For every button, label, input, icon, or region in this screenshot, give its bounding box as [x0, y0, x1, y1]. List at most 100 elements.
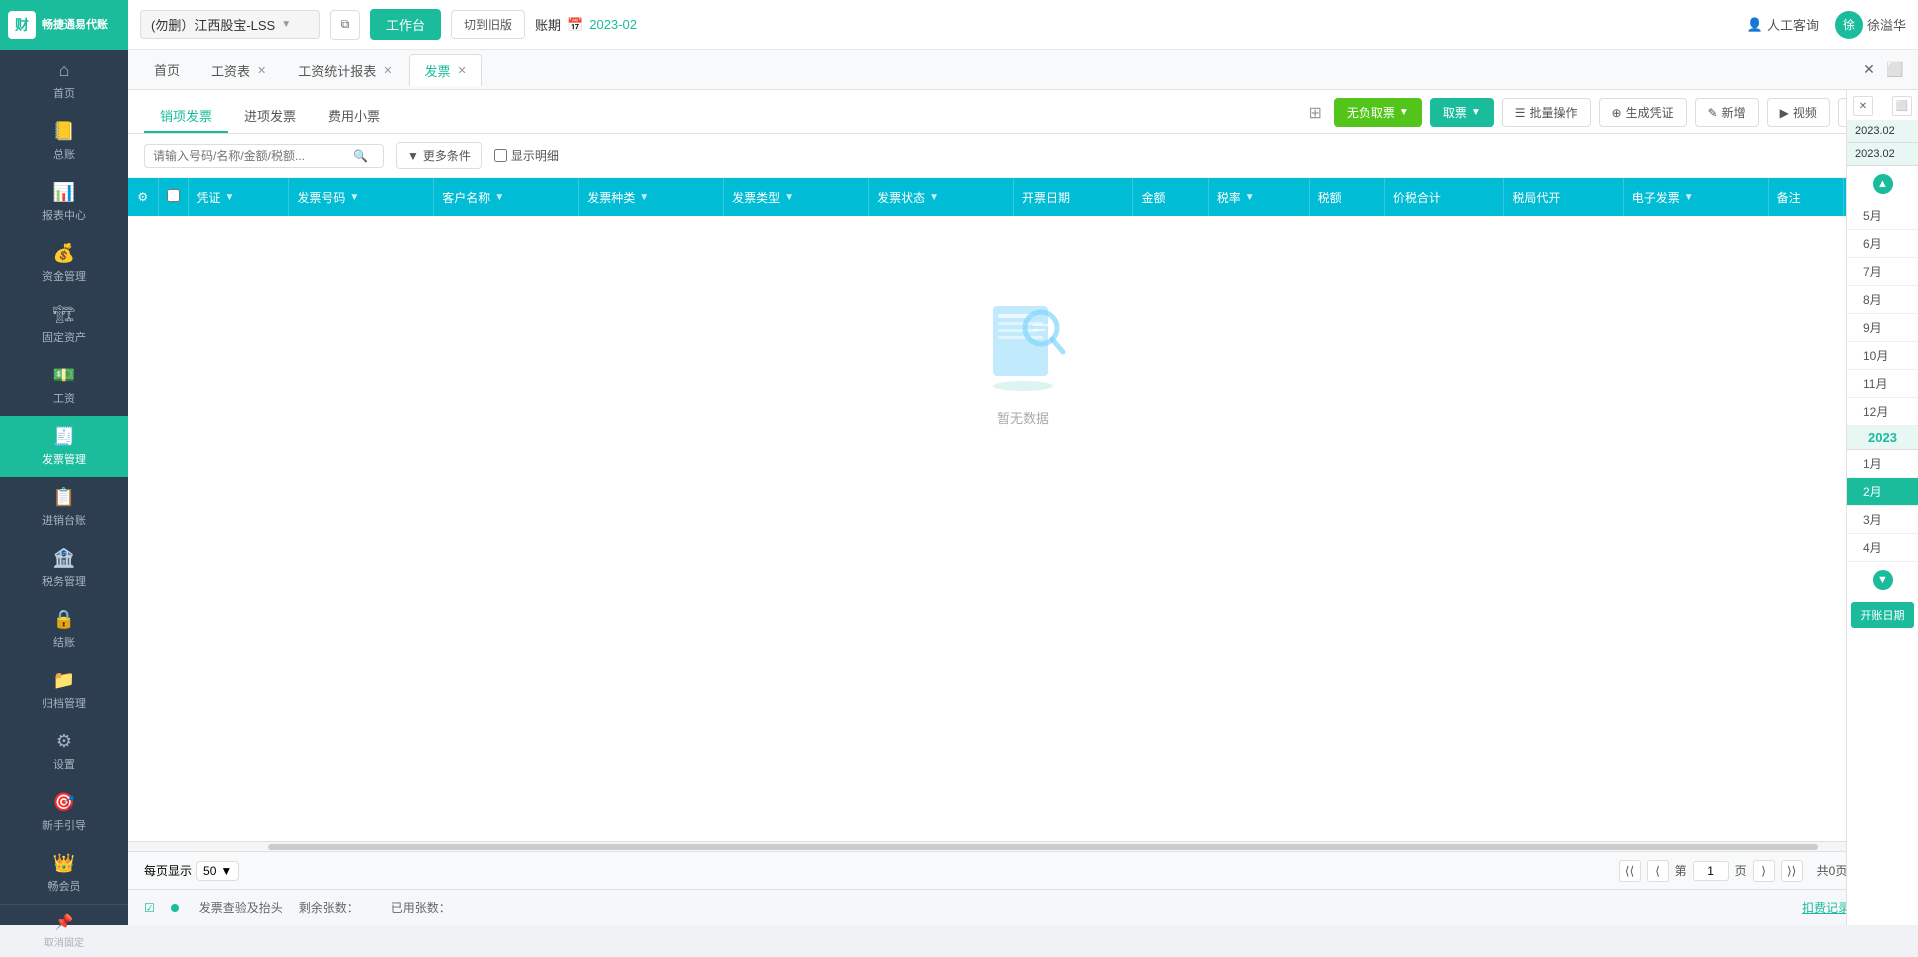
sidebar-item-reports[interactable]: 📊 报表中心 — [0, 172, 128, 233]
date-month-12[interactable]: 12月 — [1847, 398, 1918, 426]
date-panel-max-btn[interactable]: ⬜ — [1892, 96, 1912, 116]
prev-page-btn[interactable]: ⟨ — [1647, 860, 1669, 882]
first-page-btn[interactable]: ⟨⟨ — [1619, 860, 1641, 882]
last-page-btn[interactable]: ⟩⟩ — [1781, 860, 1803, 882]
select-all-checkbox[interactable] — [167, 189, 180, 202]
video-btn[interactable]: ▶ 视频 — [1767, 98, 1830, 127]
invoice-status-filter-icon[interactable]: ▼ — [929, 192, 939, 203]
invoice-cat-filter-icon[interactable]: ▼ — [784, 192, 794, 203]
open-period-btn[interactable]: 开账日期 — [1851, 602, 1914, 628]
tab-invoice-close[interactable]: ✕ — [458, 64, 467, 77]
th-settings[interactable]: ⚙ — [128, 178, 158, 216]
date-month-9[interactable]: 9月 — [1847, 314, 1918, 342]
date-month-2023-1[interactable]: 1月 — [1847, 450, 1918, 478]
support-btn[interactable]: 👤 人工客询 — [1747, 15, 1819, 34]
page-size-selector[interactable]: 50 ▼ — [196, 861, 239, 881]
deduction-btn[interactable]: 取票 ▼ — [1430, 98, 1494, 127]
old-version-button[interactable]: 切到旧版 — [451, 10, 525, 39]
sidebar-item-guide[interactable]: 🎯 新手引导 — [0, 782, 128, 843]
year-2023-text: 2023 — [1868, 430, 1897, 445]
company-selector[interactable]: (勿删）江西股宝-LSS ▼ — [140, 10, 320, 39]
date-month-5[interactable]: 5月 — [1847, 202, 1918, 230]
date-month-11[interactable]: 11月 — [1847, 370, 1918, 398]
sub-tabs: 销项发票 进项发票 费用小票 ⊞ 无负取票 ▼ 取票 ▼ — [128, 90, 1918, 134]
grid-icon-btn[interactable]: ⊞ — [1308, 103, 1321, 123]
sub-tab-expense-receipt[interactable]: 费用小票 — [312, 100, 396, 133]
e-invoice-filter-icon[interactable]: ▼ — [1684, 192, 1694, 203]
sidebar-item-fixed-assets[interactable]: 🏗 固定资产 — [0, 294, 128, 355]
batch-op-btn[interactable]: ☰ 批量操作 — [1502, 98, 1591, 127]
invoice-no-filter-icon[interactable]: ▼ — [349, 192, 359, 203]
sidebar-item-sales[interactable]: 📋 进销台账 — [0, 477, 128, 538]
tab-salary-table[interactable]: 工资表 ✕ — [196, 54, 281, 86]
sidebar-item-invoice[interactable]: 🧾 发票管理 — [0, 416, 128, 477]
date-month-2023-2[interactable]: 2月 — [1847, 478, 1918, 506]
win-max-btn[interactable]: ⬜ — [1884, 59, 1906, 81]
sidebar-item-label: 畅会员 — [48, 878, 81, 894]
sidebar-item-tax[interactable]: 🏦 税务管理 — [0, 538, 128, 599]
cert-filter-icon[interactable]: ▼ — [225, 192, 235, 203]
date-month-10[interactable]: 10月 — [1847, 342, 1918, 370]
tab-home[interactable]: 首页 — [140, 54, 194, 85]
win-close-btn[interactable]: ✕ — [1858, 59, 1880, 81]
sidebar-item-home[interactable]: ⌂ 首页 — [0, 50, 128, 111]
avatar: 徐 — [1835, 11, 1863, 39]
tax-icon: 🏦 — [53, 548, 75, 569]
guide-icon: 🎯 — [53, 792, 75, 813]
date-month-8[interactable]: 8月 — [1847, 286, 1918, 314]
show-detail-check[interactable]: 显示明细 — [494, 147, 559, 164]
next-page-btn[interactable]: ⟩ — [1753, 860, 1775, 882]
scrollbar-thumb[interactable] — [268, 844, 1818, 850]
capital-icon: 💰 — [53, 243, 75, 264]
sidebar-item-salary[interactable]: 💵 工资 — [0, 355, 128, 416]
th-checkbox[interactable] — [158, 178, 188, 216]
th-open-date: 开票日期 — [1014, 178, 1133, 216]
sidebar-item-settings[interactable]: ⚙ 设置 — [0, 721, 128, 782]
th-invoice-category: 发票类型 ▼ — [724, 178, 869, 216]
invoice-type-filter-icon[interactable]: ▼ — [639, 192, 649, 203]
sidebar-item-archive[interactable]: 📁 归档管理 — [0, 660, 128, 721]
tab-invoice[interactable]: 发票 ✕ — [409, 54, 481, 86]
date-month-2023-3[interactable]: 3月 — [1847, 506, 1918, 534]
sub-tab-sales-invoice[interactable]: 销项发票 — [144, 100, 228, 133]
deduction-arrow: ▼ — [1471, 107, 1481, 118]
generate-cert-btn[interactable]: ⊕ 生成凭证 — [1599, 98, 1687, 127]
sidebar-unpin[interactable]: 📌 取消固定 — [0, 905, 128, 957]
customer-filter-icon[interactable]: ▼ — [494, 192, 504, 203]
scrollbar-area[interactable] — [128, 841, 1918, 851]
sidebar-item-general-ledger[interactable]: 📒 总账 — [0, 111, 128, 172]
workspace-button[interactable]: 工作台 — [370, 9, 441, 40]
more-filter-btn[interactable]: ▼ 更多条件 — [396, 142, 482, 169]
year-2022-expand-btn[interactable]: ▲ — [1873, 174, 1893, 194]
date-month-2023-4[interactable]: 4月 — [1847, 534, 1918, 562]
close-period-icon: 🔒 — [53, 609, 75, 630]
tab-salary-stats[interactable]: 工资统计报表 ✕ — [283, 54, 407, 86]
copy-company-btn[interactable]: ⧉ — [330, 10, 360, 40]
tab-salary-close[interactable]: ✕ — [257, 64, 266, 77]
page-number-input[interactable] — [1693, 861, 1729, 881]
topbar: (勿删）江西股宝-LSS ▼ ⧉ 工作台 切到旧版 账期 📅 2023-02 👤… — [128, 0, 1918, 50]
search-input[interactable] — [153, 149, 353, 163]
column-settings-icon: ⚙ — [137, 190, 148, 204]
date-year-2023-item-2[interactable]: 2023.02 — [1847, 143, 1918, 166]
expand-down-btn[interactable]: ▼ — [1873, 570, 1893, 590]
sub-tab-purchase-invoice[interactable]: 进项发票 — [228, 100, 312, 133]
gen-cert-icon: ⊕ — [1612, 106, 1622, 120]
recharge-link[interactable]: 扣费记录 — [1802, 899, 1850, 916]
sidebar-item-capital[interactable]: 💰 资金管理 — [0, 233, 128, 294]
sidebar-item-close[interactable]: 🔒 结账 — [0, 599, 128, 660]
th-remark-label: 备注 — [1777, 189, 1801, 206]
date-month-7[interactable]: 7月 — [1847, 258, 1918, 286]
pagination-bar: 每页显示 50 ▼ ⟨⟨ ⟨ 第 页 ⟩ ⟩⟩ 共0页，0条记录 — [128, 851, 1918, 889]
user-avatar[interactable]: 徐 徐溢华 — [1835, 11, 1906, 39]
tab-salary-stats-close[interactable]: ✕ — [383, 64, 392, 77]
sidebar: 财 畅捷通易代账 ⌂ 首页 📒 总账 📊 报表中心 💰 资金管理 🏗 固定资产 … — [0, 0, 128, 925]
no-deduction-btn[interactable]: 无负取票 ▼ — [1334, 98, 1422, 127]
show-detail-checkbox[interactable] — [494, 149, 507, 162]
new-btn[interactable]: ✎ 新增 — [1695, 98, 1759, 127]
tax-rate-filter-icon[interactable]: ▼ — [1245, 192, 1255, 203]
date-year-2023-item-1[interactable]: 2023.02 — [1847, 120, 1918, 143]
sidebar-item-member[interactable]: 👑 畅会员 — [0, 843, 128, 904]
date-month-6[interactable]: 6月 — [1847, 230, 1918, 258]
date-panel-close-btn[interactable]: ✕ — [1853, 96, 1873, 116]
